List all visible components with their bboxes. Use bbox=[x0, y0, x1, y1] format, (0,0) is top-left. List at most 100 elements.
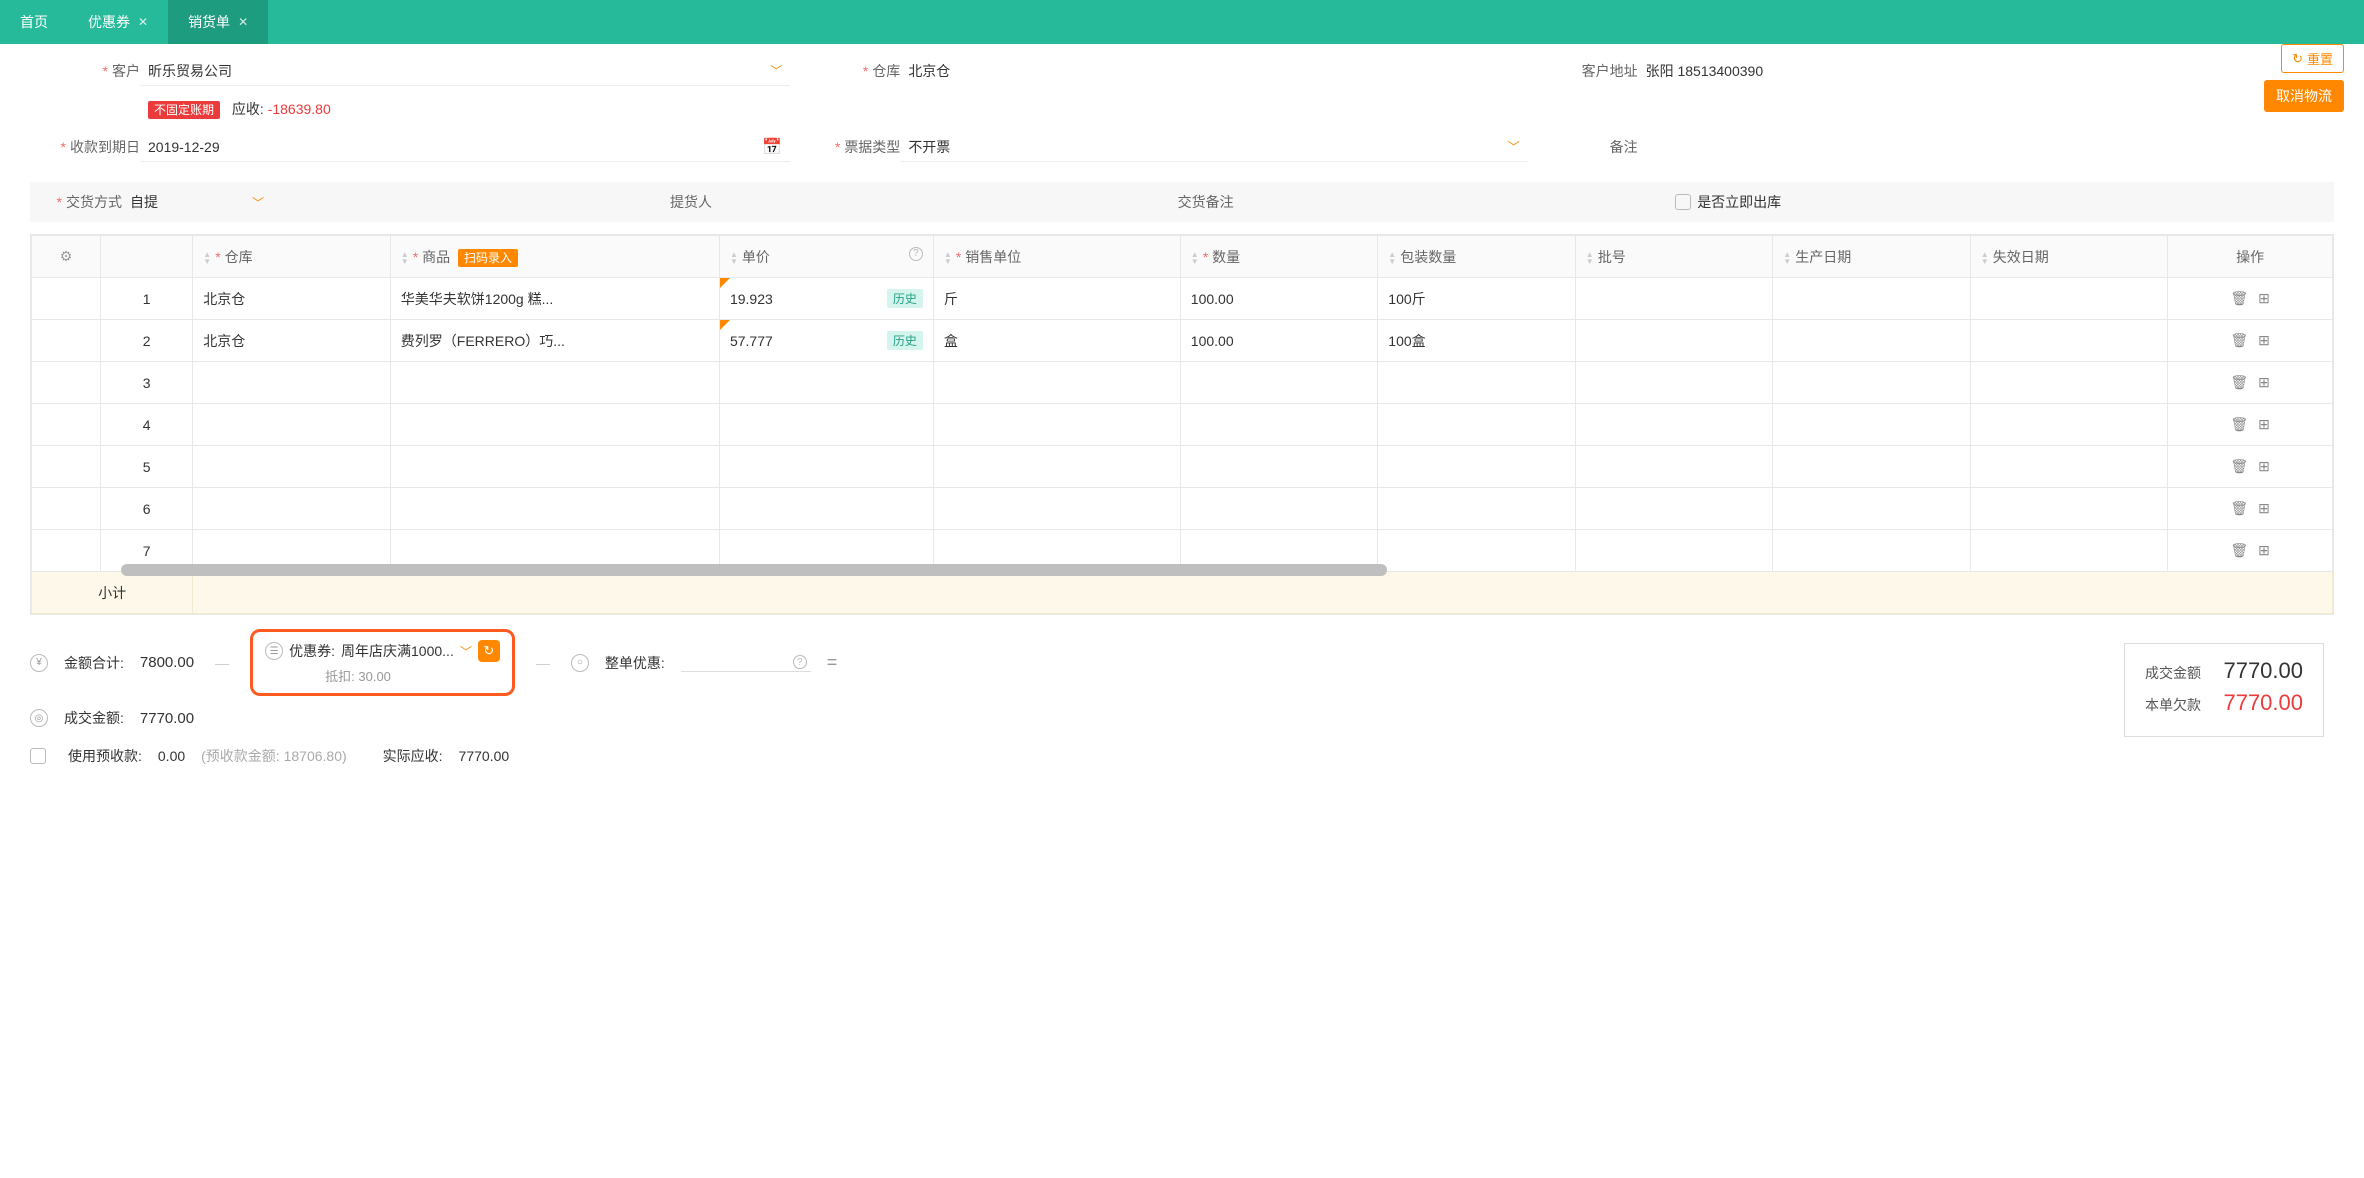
cell-price[interactable] bbox=[719, 446, 933, 488]
table-row[interactable]: 3🗑⊞ bbox=[32, 362, 2333, 404]
delete-row-icon[interactable]: 🗑 bbox=[2230, 332, 2248, 349]
cell-pack[interactable] bbox=[1378, 404, 1576, 446]
customer-select[interactable]: 昕乐贸易公司﹀ bbox=[140, 57, 790, 86]
cell-unit[interactable] bbox=[933, 404, 1180, 446]
cell-pack[interactable] bbox=[1378, 488, 1576, 530]
cell-warehouse[interactable] bbox=[193, 362, 391, 404]
scan-badge[interactable]: 扫码录入 bbox=[458, 249, 518, 267]
cell-expire[interactable] bbox=[1970, 488, 2168, 530]
remark-input[interactable] bbox=[1638, 133, 2334, 161]
col-warehouse[interactable]: ▲▼*仓库 bbox=[193, 236, 391, 278]
cell-warehouse[interactable] bbox=[193, 446, 391, 488]
cell-product[interactable]: 华美华夫软饼1200g 糕... bbox=[390, 278, 719, 320]
add-row-icon[interactable]: ⊞ bbox=[2258, 374, 2270, 391]
cell-unit[interactable]: 斤 bbox=[933, 278, 1180, 320]
delete-row-icon[interactable]: 🗑 bbox=[2230, 500, 2248, 517]
tab-coupon[interactable]: 优惠券✕ bbox=[68, 0, 168, 44]
cell-expire[interactable] bbox=[1970, 278, 2168, 320]
due-date-input[interactable]: 2019-12-29📅 bbox=[140, 133, 790, 162]
cell-warehouse[interactable] bbox=[193, 488, 391, 530]
cell-prod-date[interactable] bbox=[1773, 404, 1971, 446]
col-price[interactable]: ▲▼单价? bbox=[719, 236, 933, 278]
cell-unit[interactable] bbox=[933, 362, 1180, 404]
tab-home[interactable]: 首页 bbox=[0, 0, 68, 44]
cell-pack[interactable] bbox=[1378, 446, 1576, 488]
cell-expire[interactable] bbox=[1970, 362, 2168, 404]
cell-batch[interactable] bbox=[1575, 488, 1773, 530]
close-icon[interactable]: ✕ bbox=[138, 15, 148, 29]
delete-row-icon[interactable]: 🗑 bbox=[2230, 542, 2248, 559]
add-row-icon[interactable]: ⊞ bbox=[2258, 542, 2270, 559]
delete-row-icon[interactable]: 🗑 bbox=[2230, 290, 2248, 307]
delivery-note-input[interactable] bbox=[1234, 200, 1384, 204]
delete-row-icon[interactable]: 🗑 bbox=[2230, 416, 2248, 433]
coupon-select[interactable]: 周年店庆满1000... bbox=[341, 641, 454, 661]
cell-unit[interactable]: 盒 bbox=[933, 320, 1180, 362]
delete-row-icon[interactable]: 🗑 bbox=[2230, 374, 2248, 391]
table-row[interactable]: 1北京仓华美华夫软饼1200g 糕...19.923历史斤100.00100斤🗑… bbox=[32, 278, 2333, 320]
col-prod-date[interactable]: ▲▼生产日期 bbox=[1773, 236, 1971, 278]
use-prepay-checkbox[interactable] bbox=[30, 748, 46, 764]
cell-product[interactable]: 费列罗（FERRERO）巧... bbox=[390, 320, 719, 362]
cell-unit[interactable] bbox=[933, 488, 1180, 530]
cell-prod-date[interactable] bbox=[1773, 362, 1971, 404]
cell-qty[interactable]: 100.00 bbox=[1180, 320, 1378, 362]
cell-qty[interactable] bbox=[1180, 404, 1378, 446]
horizontal-scrollbar[interactable] bbox=[121, 564, 1387, 576]
delete-row-icon[interactable]: 🗑 bbox=[2230, 458, 2248, 475]
cell-product[interactable] bbox=[390, 488, 719, 530]
cell-prod-date[interactable] bbox=[1773, 320, 1971, 362]
col-qty[interactable]: ▲▼*数量 bbox=[1180, 236, 1378, 278]
cell-expire[interactable] bbox=[1970, 530, 2168, 572]
cell-expire[interactable] bbox=[1970, 320, 2168, 362]
address-select[interactable]: 张阳 18513400390﹀ bbox=[1638, 57, 2334, 86]
help-icon[interactable]: ? bbox=[793, 655, 807, 669]
cell-product[interactable] bbox=[390, 404, 719, 446]
cell-price[interactable]: 19.923历史 bbox=[719, 278, 933, 320]
cell-warehouse[interactable]: 北京仓 bbox=[193, 320, 391, 362]
table-row[interactable]: 2北京仓费列罗（FERRERO）巧...57.777历史盒100.00100盒🗑… bbox=[32, 320, 2333, 362]
cancel-logistics-button[interactable]: 取消物流 bbox=[2264, 80, 2344, 112]
close-icon[interactable]: ✕ bbox=[238, 15, 248, 29]
table-row[interactable]: 4🗑⊞ bbox=[32, 404, 2333, 446]
refresh-coupon-button[interactable]: ↻ bbox=[478, 640, 500, 662]
warehouse-select[interactable]: 北京仓 bbox=[900, 57, 1527, 86]
cell-pack[interactable] bbox=[1378, 530, 1576, 572]
gear-icon[interactable]: ⚙ bbox=[32, 236, 101, 278]
cell-batch[interactable] bbox=[1575, 278, 1773, 320]
cell-prod-date[interactable] bbox=[1773, 488, 1971, 530]
col-product[interactable]: ▲▼*商品 扫码录入 bbox=[390, 236, 719, 278]
col-batch[interactable]: ▲▼批号 bbox=[1575, 236, 1773, 278]
cell-product[interactable] bbox=[390, 446, 719, 488]
cell-price[interactable] bbox=[719, 488, 933, 530]
cell-batch[interactable] bbox=[1575, 446, 1773, 488]
tab-sales-order[interactable]: 销货单✕ bbox=[168, 0, 268, 44]
col-unit[interactable]: ▲▼*销售单位 bbox=[933, 236, 1180, 278]
picker-input[interactable] bbox=[712, 200, 862, 204]
cell-prod-date[interactable] bbox=[1773, 446, 1971, 488]
cell-warehouse[interactable]: 北京仓 bbox=[193, 278, 391, 320]
reset-button[interactable]: ↻ 重置 bbox=[2281, 44, 2344, 73]
immediate-out-checkbox[interactable] bbox=[1675, 194, 1691, 210]
cell-price[interactable]: 57.777历史 bbox=[719, 320, 933, 362]
order-discount-input[interactable]: ? bbox=[681, 653, 811, 672]
calendar-icon[interactable]: 📅 bbox=[762, 137, 782, 157]
chevron-down-icon[interactable]: ﹀ bbox=[460, 643, 472, 660]
cell-unit[interactable] bbox=[933, 446, 1180, 488]
cell-product[interactable] bbox=[390, 362, 719, 404]
cell-qty[interactable] bbox=[1180, 362, 1378, 404]
add-row-icon[interactable]: ⊞ bbox=[2258, 332, 2270, 349]
add-row-icon[interactable]: ⊞ bbox=[2258, 500, 2270, 517]
cell-pack[interactable]: 100盒 bbox=[1378, 320, 1576, 362]
cell-price[interactable] bbox=[719, 404, 933, 446]
cell-qty[interactable] bbox=[1180, 488, 1378, 530]
cell-price[interactable] bbox=[719, 362, 933, 404]
add-row-icon[interactable]: ⊞ bbox=[2258, 290, 2270, 307]
cell-pack[interactable] bbox=[1378, 362, 1576, 404]
cell-batch[interactable] bbox=[1575, 362, 1773, 404]
cell-expire[interactable] bbox=[1970, 446, 2168, 488]
cell-batch[interactable] bbox=[1575, 404, 1773, 446]
cell-batch[interactable] bbox=[1575, 530, 1773, 572]
table-row[interactable]: 5🗑⊞ bbox=[32, 446, 2333, 488]
invoice-type-select[interactable]: 不开票﹀ bbox=[900, 133, 1527, 162]
